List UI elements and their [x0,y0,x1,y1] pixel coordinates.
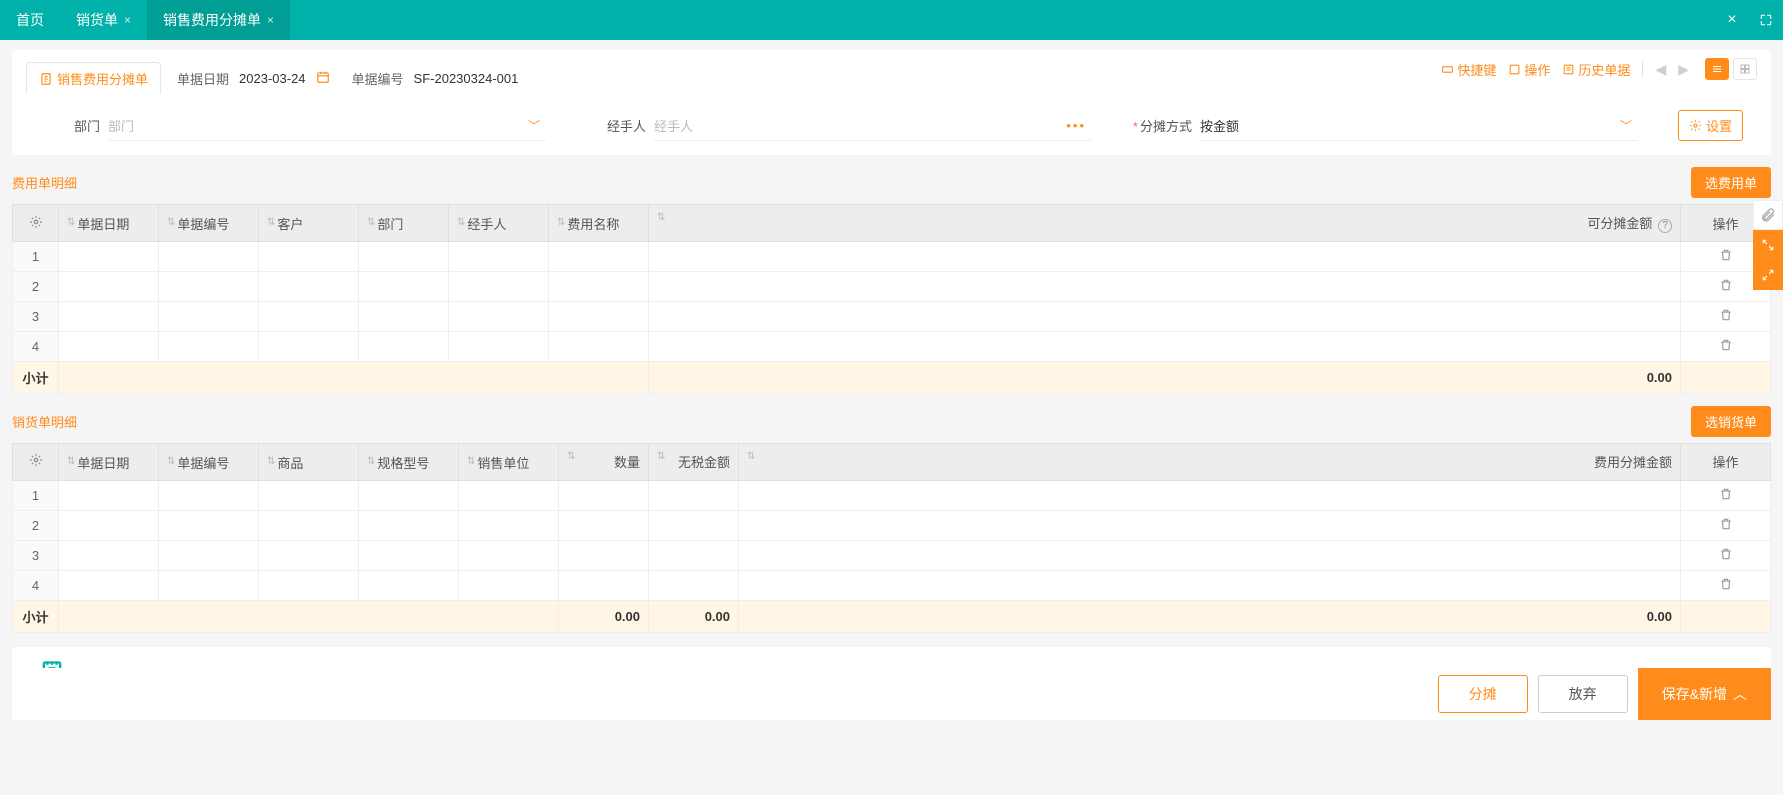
col-no[interactable]: ⇅单据编号 [159,444,259,481]
attachment-icon[interactable] [1753,200,1783,230]
trash-icon[interactable] [1719,310,1733,325]
document-header: 销售费用分摊单 单据日期 2023-03-24 单据编号 SF-20230324… [12,50,1771,155]
trash-icon[interactable] [1719,250,1733,265]
doc-number-value: SF-20230324-001 [414,71,519,86]
close-icon[interactable]: × [267,13,274,27]
handler-select[interactable]: 经手人 ••• [654,111,1092,141]
tab-sales-order[interactable]: 销货单 × [60,0,147,40]
dept-label: 部门 [40,116,100,135]
table-settings-icon[interactable] [13,205,59,242]
col-product[interactable]: ⇅商品 [259,444,359,481]
allocate-button[interactable]: 分摊 [1438,675,1528,713]
col-dept[interactable]: ⇅部门 [359,205,449,242]
col-spec[interactable]: ⇅规格型号 [359,444,459,481]
operation-icon [1508,63,1521,76]
chevron-up-icon: ︿ [1733,684,1747,704]
trash-icon[interactable] [1719,280,1733,295]
table-row[interactable]: 1 [13,242,1771,272]
col-amount[interactable]: ⇅无税金额 [649,444,739,481]
table-row[interactable]: 2 [13,272,1771,302]
col-handler[interactable]: ⇅经手人 [449,205,549,242]
expand-alt-icon[interactable] [1753,260,1783,290]
table-row[interactable]: 2 [13,510,1771,540]
trash-icon[interactable] [1719,340,1733,355]
select-expense-button[interactable]: 选费用单 [1691,167,1771,198]
chevron-down-icon: ﹀ [528,117,540,134]
footer-toolbar: 分摊 放弃 保存&新增 ︿ [12,668,1771,720]
close-tabs-icon[interactable]: × [1715,0,1749,40]
settings-button[interactable]: 设置 [1678,110,1743,141]
date-value[interactable]: 2023-03-24 [239,71,306,86]
alloc-method-label: *分摊方式 [1132,116,1192,135]
expand-icon[interactable] [1753,230,1783,260]
expense-section-title: 费用单明细 [12,173,77,192]
chevron-down-icon: ﹀ [1620,117,1632,134]
more-icon: ••• [1066,118,1086,133]
col-fee-name[interactable]: ⇅费用名称 [549,205,649,242]
handler-label: 经手人 [586,116,646,135]
select-sales-button[interactable]: 选销货单 [1691,406,1771,437]
expense-detail-section: 费用单明细 选费用单 ⇅单据日期 ⇅单据编号 ⇅客户 ⇅部门 ⇅经手人 [12,167,1771,394]
document-title: 销售费用分摊单 [57,69,148,88]
col-no[interactable]: ⇅单据编号 [159,205,259,242]
gear-icon [1689,119,1702,132]
history-icon [1562,63,1575,76]
col-unit[interactable]: ⇅销售单位 [459,444,559,481]
tab-home[interactable]: 首页 [0,0,60,40]
sales-subtotal-row: 小计 0.00 0.00 0.00 [13,600,1771,632]
expense-table: ⇅单据日期 ⇅单据编号 ⇅客户 ⇅部门 ⇅经手人 ⇅费用名称 ⇅可分摊金额 ? … [12,204,1771,394]
col-customer[interactable]: ⇅客户 [259,205,359,242]
shortcut-button[interactable]: 快捷键 [1441,60,1496,79]
prev-doc-icon[interactable]: ◀ [1655,61,1666,78]
sales-detail-section: 销货单明细 选销货单 ⇅单据日期 ⇅单据编号 ⇅商品 ⇅规格型号 ⇅销售单位 [12,406,1771,633]
col-date[interactable]: ⇅单据日期 [59,205,159,242]
col-action: 操作 [1681,444,1771,481]
trash-icon[interactable] [1719,549,1733,564]
dept-select[interactable]: 部门 ﹀ [108,111,546,141]
tab-sales-expense-alloc[interactable]: 销售费用分摊单 × [147,0,290,40]
col-qty[interactable]: ⇅数量 [559,444,649,481]
document-title-tab: 销售费用分摊单 [26,62,161,94]
operate-button[interactable]: 操作 [1508,60,1550,79]
side-rail [1753,200,1783,290]
tab-home-label: 首页 [16,10,44,30]
table-row[interactable]: 3 [13,540,1771,570]
trash-icon[interactable] [1719,519,1733,534]
alloc-method-select[interactable]: 按金额 ﹀ [1200,111,1638,141]
close-icon[interactable]: × [124,13,131,27]
table-settings-icon[interactable] [13,444,59,481]
calendar-icon[interactable] [316,70,330,87]
keyboard-icon [1441,63,1454,76]
table-row[interactable]: 4 [13,332,1771,362]
top-tab-bar: 首页 销货单 × 销售费用分摊单 × × [0,0,1783,40]
next-doc-icon[interactable]: ▶ [1678,61,1689,78]
trash-icon[interactable] [1719,489,1733,504]
discard-button[interactable]: 放弃 [1538,675,1628,713]
col-fee-alloc[interactable]: ⇅费用分摊金额 [739,444,1681,481]
table-row[interactable]: 3 [13,302,1771,332]
doc-number-label: 单据编号 [352,69,404,88]
trash-icon[interactable] [1719,579,1733,594]
view-list-icon[interactable] [1705,58,1729,80]
col-date[interactable]: ⇅单据日期 [59,444,159,481]
table-row[interactable]: 4 [13,570,1771,600]
tab-alloc-label: 销售费用分摊单 [163,10,261,30]
sales-table: ⇅单据日期 ⇅单据编号 ⇅商品 ⇅规格型号 ⇅销售单位 ⇅数量 ⇅无税金额 ⇅费… [12,443,1771,633]
fullscreen-icon[interactable] [1749,0,1783,40]
document-icon [39,72,53,86]
sales-section-title: 销货单明细 [12,412,77,431]
tab-sales-label: 销货单 [76,10,118,30]
date-label: 单据日期 [177,69,229,88]
save-and-new-button[interactable]: 保存&新增 ︿ [1638,668,1771,720]
view-grid-icon[interactable] [1733,58,1757,80]
help-icon[interactable]: ? [1658,219,1672,233]
history-button[interactable]: 历史单据 [1562,60,1630,79]
table-row[interactable]: 1 [13,480,1771,510]
col-allocable[interactable]: ⇅可分摊金额 ? [649,205,1681,242]
expense-subtotal-row: 小计 0.00 [13,362,1771,394]
